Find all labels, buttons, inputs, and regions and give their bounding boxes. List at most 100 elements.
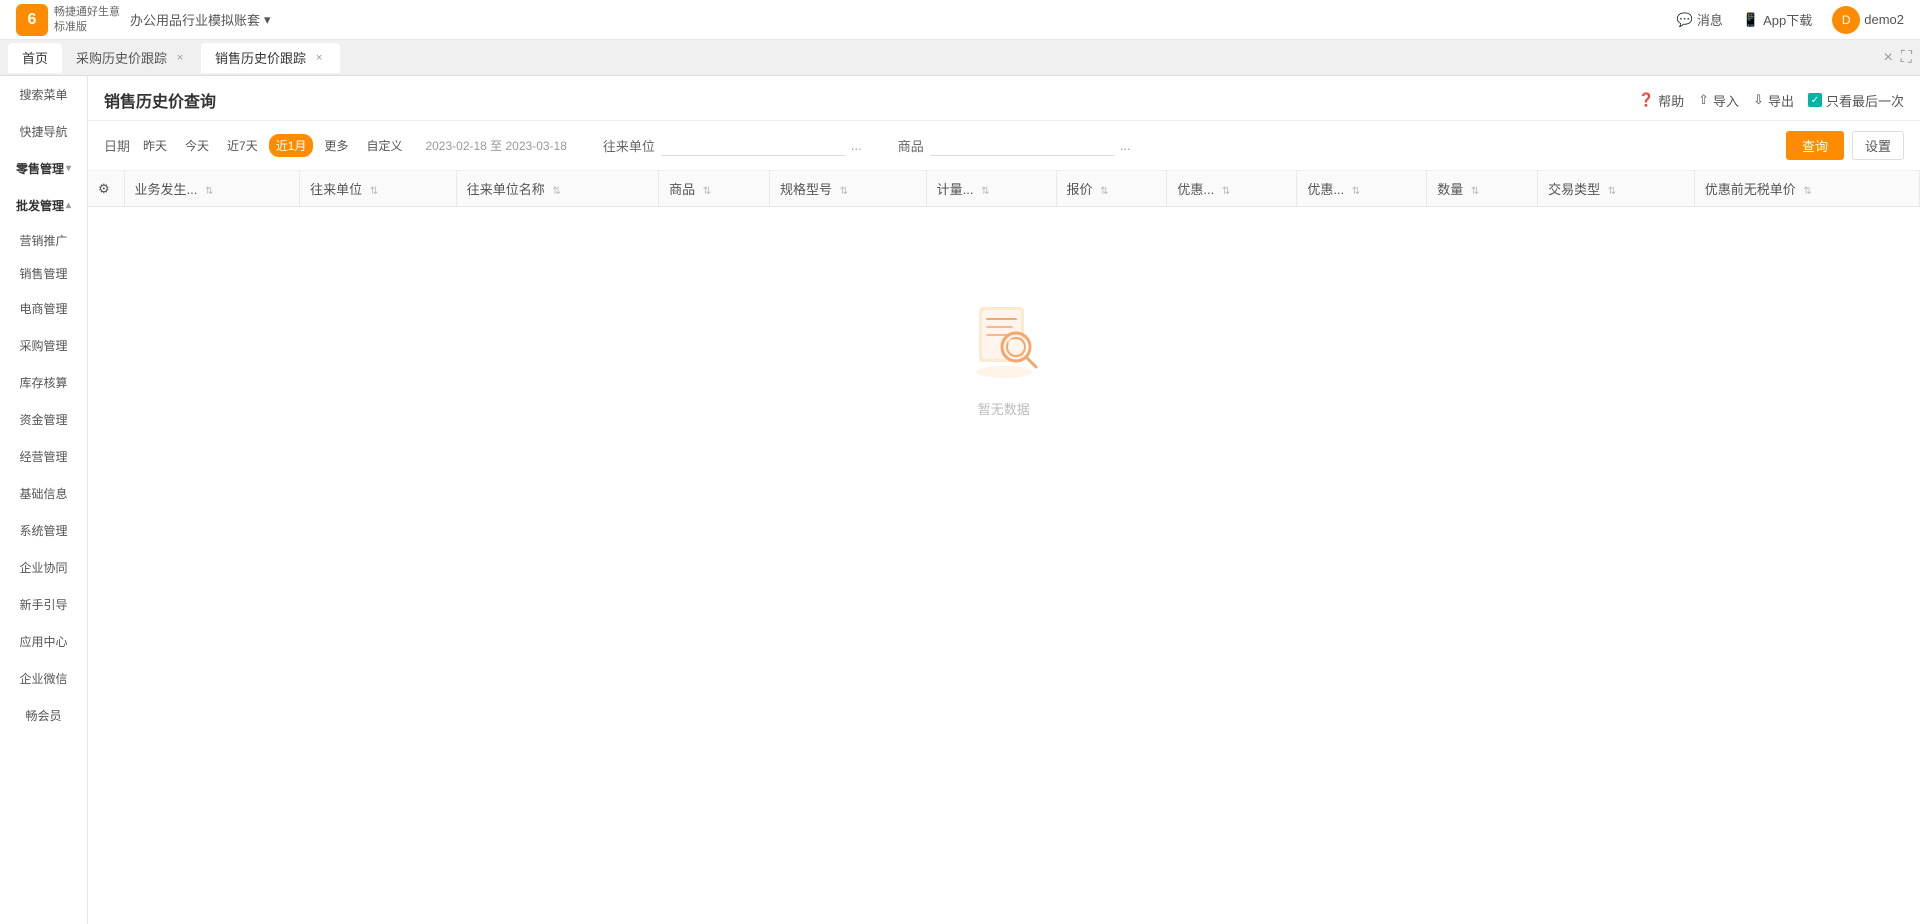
col-transaction-type[interactable]: 交易类型 ⇅ — [1538, 171, 1695, 207]
tab-home[interactable]: 首页 — [8, 43, 62, 73]
top-header: 6 畅捷通好生意 标准版 办公用品行业模拟账套 ▾ 💬 消息 📱 App下载 D… — [0, 0, 1920, 40]
import-icon: ⇧ — [1698, 92, 1709, 108]
col-partner-name[interactable]: 往来单位名称 ⇅ — [456, 171, 658, 207]
quick-nav-label: 快捷导航 — [19, 123, 67, 140]
tab-purchase-history[interactable]: 采购历史价跟踪 × — [62, 43, 201, 73]
message-action[interactable]: 💬 消息 — [1677, 10, 1723, 29]
col-quoted-price[interactable]: 报价 ⇅ — [1056, 171, 1167, 207]
sort-icon: ⇅ — [1100, 186, 1108, 197]
sidebar-item-purchase-mgmt[interactable]: 采购管理 — [0, 327, 87, 364]
col-business-date[interactable]: 业务发生... ⇅ — [124, 171, 300, 207]
col-unit[interactable]: 计量... ⇅ — [926, 171, 1056, 207]
table-header: ⚙ 业务发生... ⇅ 往来单位 ⇅ 往来单位名称 ⇅ — [88, 171, 1920, 207]
date-btn-1month[interactable]: 近1月 — [269, 134, 314, 157]
goods-dots: ... — [1120, 138, 1131, 153]
empty-state-icon — [954, 287, 1054, 387]
goods-input-area: ... — [930, 136, 1131, 156]
sort-icon: ⇅ — [981, 186, 989, 197]
help-icon: ❓ — [1638, 92, 1654, 108]
data-table: ⚙ 业务发生... ⇅ 往来单位 ⇅ 往来单位名称 ⇅ — [88, 171, 1920, 498]
partner-filter: 往来单位 ... — [603, 136, 862, 156]
sidebar-item-marketing[interactable]: 营销推广 — [0, 224, 87, 257]
sidebar-item-finance-mgmt[interactable]: 资金管理 — [0, 401, 87, 438]
export-action[interactable]: ⇩ 导出 — [1753, 91, 1794, 110]
sidebar-item-quick-nav[interactable]: 快捷导航 — [0, 113, 87, 150]
date-buttons: 昨天 今天 近7天 近1月 更多 自定义 — [136, 134, 409, 157]
empty-state-text: 暂无数据 — [978, 399, 1030, 418]
download-icon: 📱 — [1743, 12, 1759, 28]
sidebar-item-inventory[interactable]: 库存核算 — [0, 364, 87, 401]
sidebar-item-enterprise-collab[interactable]: 企业协同 — [0, 549, 87, 586]
sidebar-item-wholesale-mgmt[interactable]: 批发管理 ▴ — [0, 187, 87, 224]
user-action[interactable]: D demo2 — [1832, 6, 1904, 34]
import-action[interactable]: ⇧ 导入 — [1698, 91, 1739, 110]
date-btn-today[interactable]: 今天 — [178, 134, 216, 157]
page-header: 销售历史价查询 ❓ 帮助 ⇧ 导入 ⇩ 导出 ✓ — [88, 76, 1920, 121]
sidebar-item-retail-mgmt[interactable]: 零售管理 ▾ — [0, 150, 87, 187]
sort-icon: ⇅ — [370, 186, 378, 197]
tab-sales-history[interactable]: 销售历史价跟踪 × — [201, 43, 340, 73]
sort-icon: ⇅ — [552, 186, 560, 197]
logo-area: 6 畅捷通好生意 标准版 — [16, 4, 120, 36]
date-btn-yesterday[interactable]: 昨天 — [136, 134, 174, 157]
col-pretax-price[interactable]: 优惠前无税单价 ⇅ — [1694, 171, 1919, 207]
sort-icon: ⇅ — [1352, 186, 1360, 197]
filter-bar: 日期 昨天 今天 近7天 近1月 更多 自定义 2023-02-18 至 202… — [88, 121, 1920, 171]
close-sales-tab-icon[interactable]: × — [312, 51, 326, 65]
col-goods[interactable]: 商品 ⇅ — [659, 171, 770, 207]
table-container: ⚙ 业务发生... ⇅ 往来单位 ⇅ 往来单位名称 ⇅ — [88, 171, 1920, 924]
goods-label: 商品 — [898, 136, 924, 155]
col-partner-code[interactable]: 往来单位 ⇅ — [300, 171, 457, 207]
col-settings[interactable]: ⚙ — [88, 171, 124, 207]
sidebar-item-operations-mgmt[interactable]: 经营管理 — [0, 438, 87, 475]
date-filter: 日期 昨天 今天 近7天 近1月 更多 自定义 — [104, 134, 409, 157]
logo-text: 畅捷通好生意 标准版 — [54, 5, 120, 34]
sidebar-item-basic-info[interactable]: 基础信息 — [0, 475, 87, 512]
sidebar: 搜索菜单 快捷导航 零售管理 ▾ 批发管理 ▴ 营销推广 销售管理 电商管理 采… — [0, 76, 88, 924]
col-discount1[interactable]: 优惠... ⇅ — [1167, 171, 1297, 207]
sort-icon: ⇅ — [1222, 186, 1230, 197]
chevron-down-icon: ▾ — [264, 12, 271, 28]
sidebar-item-app-center[interactable]: 应用中心 — [0, 623, 87, 660]
date-btn-custom[interactable]: 自定义 — [359, 134, 409, 157]
only-last-checkbox-area[interactable]: ✓ 只看最后一次 — [1808, 91, 1904, 110]
close-all-tabs-icon[interactable]: × — [1883, 49, 1892, 67]
query-button[interactable]: 查询 — [1786, 131, 1844, 160]
col-spec[interactable]: 规格型号 ⇅ — [769, 171, 926, 207]
message-icon: 💬 — [1677, 12, 1693, 28]
partner-dots: ... — [851, 138, 862, 153]
sidebar-item-sales-mgmt[interactable]: 销售管理 — [0, 257, 87, 290]
sidebar-item-member[interactable]: 畅会员 — [0, 697, 87, 734]
app-selector[interactable]: 办公用品行业模拟账套 ▾ — [130, 10, 271, 29]
main-layout: 搜索菜单 快捷导航 零售管理 ▾ 批发管理 ▴ 营销推广 销售管理 电商管理 采… — [0, 76, 1920, 924]
sidebar-item-ecommerce-mgmt[interactable]: 电商管理 — [0, 290, 87, 327]
header-left: 6 畅捷通好生意 标准版 办公用品行业模拟账套 ▾ — [16, 4, 271, 36]
sort-icon: ⇅ — [703, 186, 711, 197]
content-area: 销售历史价查询 ❓ 帮助 ⇧ 导入 ⇩ 导出 ✓ — [88, 76, 1920, 924]
header-right: 💬 消息 📱 App下载 D demo2 — [1677, 6, 1904, 34]
partner-label: 往来单位 — [603, 136, 655, 155]
empty-state-cell: 暂无数据 — [88, 207, 1920, 499]
chevron-up-icon: ▴ — [66, 200, 71, 211]
filter-action-buttons: 查询 设置 — [1786, 131, 1904, 160]
logo-icon: 6 — [16, 4, 48, 36]
help-action[interactable]: ❓ 帮助 — [1638, 91, 1684, 110]
date-btn-more[interactable]: 更多 — [317, 134, 355, 157]
settings-button[interactable]: 设置 — [1852, 131, 1904, 160]
goods-input[interactable] — [930, 136, 1114, 156]
date-label: 日期 — [104, 136, 130, 155]
date-btn-7days[interactable]: 近7天 — [220, 134, 265, 157]
table-body: 暂无数据 — [88, 207, 1920, 499]
partner-input[interactable] — [661, 136, 845, 156]
sort-icon: ⇅ — [1803, 186, 1811, 197]
col-quantity[interactable]: 数量 ⇅ — [1427, 171, 1538, 207]
sidebar-item-enterprise-wechat[interactable]: 企业微信 — [0, 660, 87, 697]
col-discount2[interactable]: 优惠... ⇅ — [1297, 171, 1427, 207]
app-download-action[interactable]: 📱 App下载 — [1743, 10, 1812, 29]
sidebar-item-search-menu[interactable]: 搜索菜单 — [0, 76, 87, 113]
sidebar-item-system-mgmt[interactable]: 系统管理 — [0, 512, 87, 549]
close-purchase-tab-icon[interactable]: × — [173, 51, 187, 65]
sidebar-item-beginner-guide[interactable]: 新手引导 — [0, 586, 87, 623]
only-last-checkbox[interactable]: ✓ — [1808, 93, 1822, 107]
fullscreen-icon[interactable]: ⛶ — [1901, 49, 1912, 67]
